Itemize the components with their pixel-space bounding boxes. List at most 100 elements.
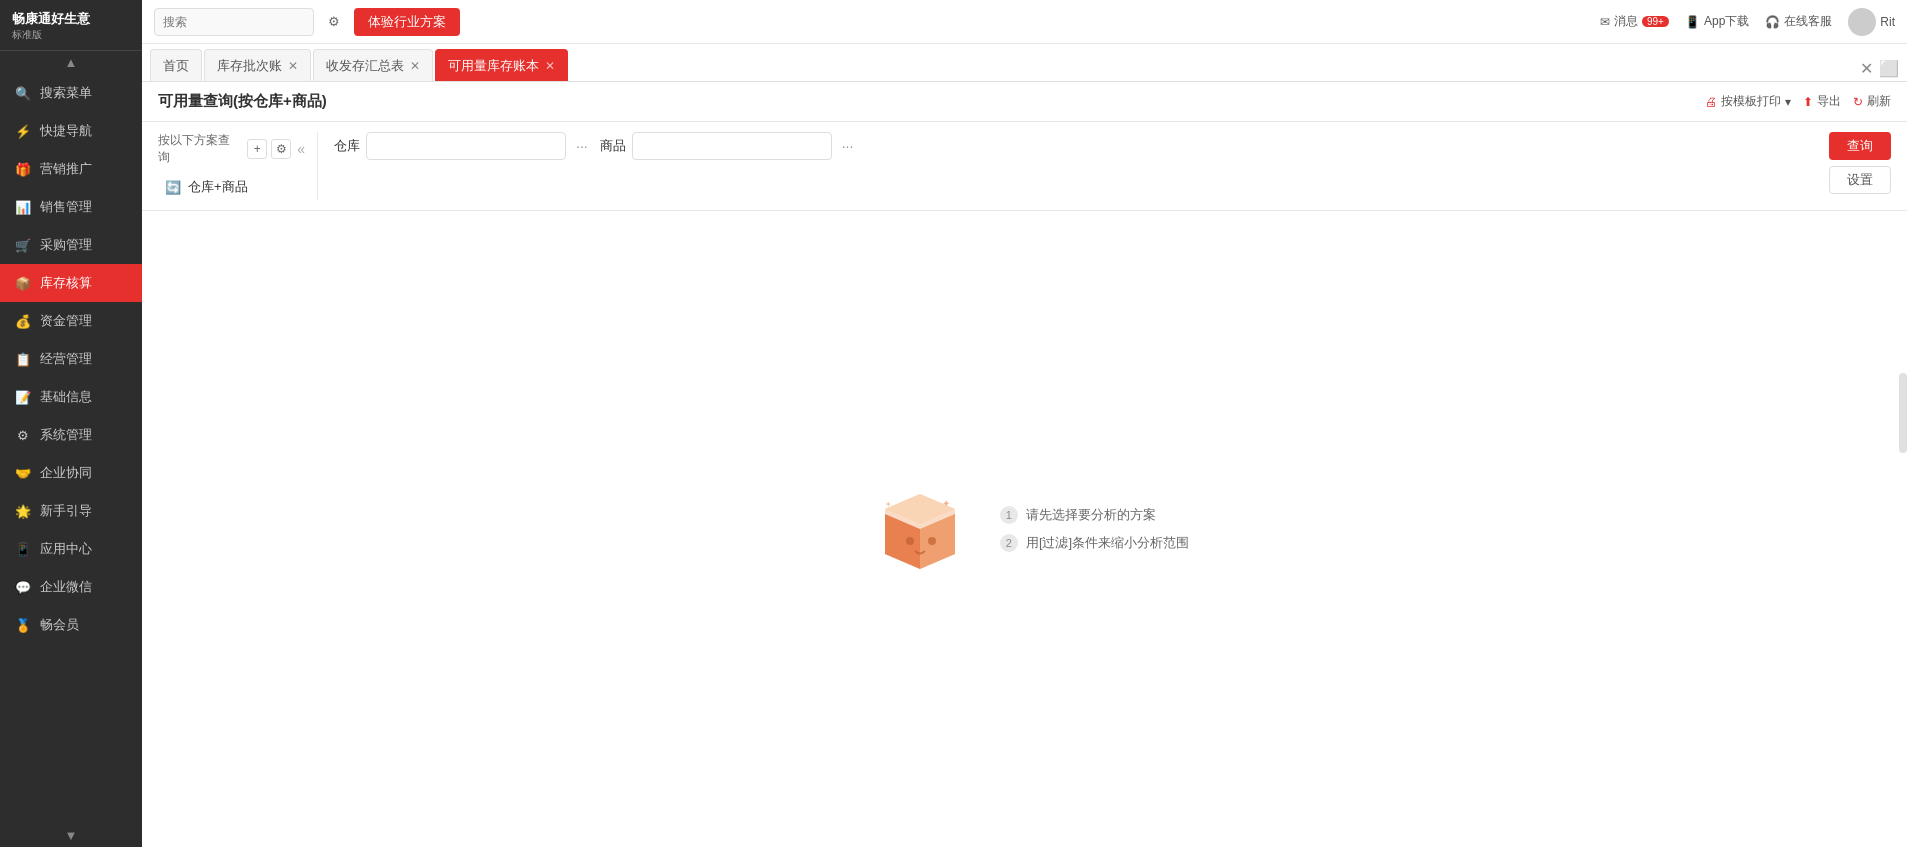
goods-label: 商品 bbox=[600, 137, 626, 155]
query-button[interactable]: 查询 bbox=[1829, 132, 1891, 160]
sidebar-item-membership[interactable]: 🏅 畅会员 bbox=[0, 606, 142, 644]
sidebar-item-purchase[interactable]: 🛒 采购管理 bbox=[0, 226, 142, 264]
sidebar-icon-enterprise: 🤝 bbox=[14, 464, 32, 482]
sidebar-label-purchase: 采购管理 bbox=[40, 236, 92, 254]
settings-button[interactable]: 设置 bbox=[1829, 166, 1891, 194]
sidebar-label-marketing: 营销推广 bbox=[40, 160, 92, 178]
sidebar-icon-system: ⚙ bbox=[14, 426, 32, 444]
sidebar-label-sales: 销售管理 bbox=[40, 198, 92, 216]
tab-home[interactable]: 首页 bbox=[150, 49, 202, 81]
hint-text-1: 请先选择要分析的方案 bbox=[1026, 506, 1156, 524]
sidebar-icon-newbie: 🌟 bbox=[14, 502, 32, 520]
app-download-action[interactable]: 📱 App下载 bbox=[1685, 13, 1749, 30]
online-service-action[interactable]: 🎧 在线客服 bbox=[1765, 13, 1832, 30]
sidebar-item-inventory[interactable]: 📦 库存核算 bbox=[0, 264, 142, 302]
tab-close-batch-ledger[interactable]: ✕ bbox=[288, 59, 298, 73]
tab-close-button[interactable]: ✕ bbox=[1860, 61, 1873, 77]
tab-receipt-summary[interactable]: 收发存汇总表✕ bbox=[313, 49, 433, 81]
print-icon: 🖨 bbox=[1705, 95, 1717, 109]
sidebar-icon-marketing: 🎁 bbox=[14, 160, 32, 178]
tab-label-batch-ledger: 库存批次账 bbox=[217, 57, 282, 75]
sidebar-item-system[interactable]: ⚙ 系统管理 bbox=[0, 416, 142, 454]
sidebar-label-enterprise: 企业协同 bbox=[40, 464, 92, 482]
tabs-container: 首页库存批次账✕收发存汇总表✕可用量库存账本✕ bbox=[150, 49, 568, 81]
svg-point-5 bbox=[906, 537, 914, 545]
page-title: 可用量查询(按仓库+商品) bbox=[158, 92, 327, 111]
sidebar-item-search[interactable]: 🔍 搜索菜单 bbox=[0, 74, 142, 112]
sidebar-label-search: 搜索菜单 bbox=[40, 84, 92, 102]
sidebar-icon-operations: 📋 bbox=[14, 350, 32, 368]
warehouse-input[interactable] bbox=[366, 132, 566, 160]
warehouse-field-group: 仓库 ··· bbox=[334, 132, 588, 160]
sidebar-item-wechat[interactable]: 💬 企业微信 bbox=[0, 568, 142, 606]
print-button[interactable]: 🖨 按模板打印 ▾ bbox=[1705, 93, 1791, 110]
topbar-gear-button[interactable]: ⚙ bbox=[320, 8, 348, 36]
brand-tag: 标准版 bbox=[12, 28, 130, 42]
add-scheme-button[interactable]: + bbox=[247, 139, 267, 159]
sidebar-item-newbie[interactable]: 🌟 新手引导 bbox=[0, 492, 142, 530]
sidebar-icon-inventory: 📦 bbox=[14, 274, 32, 292]
tab-maximize-button[interactable]: ⬜ bbox=[1879, 61, 1899, 77]
sidebar-icon-purchase: 🛒 bbox=[14, 236, 32, 254]
goods-more-icon[interactable]: ··· bbox=[842, 138, 854, 154]
sidebar-item-basic[interactable]: 📝 基础信息 bbox=[0, 378, 142, 416]
search-input[interactable] bbox=[154, 8, 314, 36]
sidebar-item-apps[interactable]: 📱 应用中心 bbox=[0, 530, 142, 568]
tab-label-home: 首页 bbox=[163, 57, 189, 75]
sidebar-item-finance[interactable]: 💰 资金管理 bbox=[0, 302, 142, 340]
tab-batch-ledger[interactable]: 库存批次账 ✕ bbox=[204, 49, 311, 81]
export-label: 导出 bbox=[1817, 93, 1841, 110]
page-header: 可用量查询(按仓库+商品) 🖨 按模板打印 ▾ ⬆ 导出 ↻ 刷新 bbox=[142, 82, 1907, 122]
warehouse-more-icon[interactable]: ··· bbox=[576, 138, 588, 154]
sidebar-icon-finance: 💰 bbox=[14, 312, 32, 330]
print-label: 按模板打印 bbox=[1721, 93, 1781, 110]
collapse-button[interactable]: « bbox=[297, 141, 305, 157]
message-action[interactable]: ✉ 消息 99+ bbox=[1600, 13, 1669, 30]
message-icon: ✉ bbox=[1600, 15, 1610, 29]
topbar: ⚙ 体验行业方案 ✉ 消息 99+ 📱 App下载 🎧 在线客服 Rit bbox=[142, 0, 1907, 44]
chevron-down-icon: ▾ bbox=[1785, 95, 1791, 109]
refresh-button[interactable]: ↻ 刷新 bbox=[1853, 93, 1891, 110]
scheme-settings-button[interactable]: ⚙ bbox=[271, 139, 291, 159]
page-header-actions: 🖨 按模板打印 ▾ ⬆ 导出 ↻ 刷新 bbox=[1705, 93, 1891, 110]
scheme-item-warehouse-goods[interactable]: 🔄 仓库+商品 bbox=[158, 174, 305, 200]
sidebar-scroll-up[interactable]: ▲ bbox=[0, 51, 142, 74]
svg-text:✦: ✦ bbox=[950, 523, 956, 530]
sidebar-item-operations[interactable]: 📋 经营管理 bbox=[0, 340, 142, 378]
sidebar-item-marketing[interactable]: 🎁 营销推广 bbox=[0, 150, 142, 188]
filter-scheme-title: 按以下方案查询 bbox=[158, 132, 241, 166]
tab-close-receipt-summary[interactable]: ✕ bbox=[410, 59, 420, 73]
right-scrollbar[interactable] bbox=[1899, 373, 1907, 453]
sidebar-label-inventory: 库存核算 bbox=[40, 274, 92, 292]
sidebar-icon-search: 🔍 bbox=[14, 84, 32, 102]
message-badge: 99+ bbox=[1642, 16, 1669, 27]
sidebar-scroll: 🔍 搜索菜单 ⚡ 快捷导航 🎁 营销推广 📊 销售管理 🛒 采购管理 📦 库存核… bbox=[0, 74, 142, 824]
sidebar-icon-sales: 📊 bbox=[14, 198, 32, 216]
sidebar-item-enterprise[interactable]: 🤝 企业协同 bbox=[0, 454, 142, 492]
hint-item-2: 2 用[过滤]条件来缩小分析范围 bbox=[1000, 534, 1189, 552]
sidebar-scroll-down[interactable]: ▼ bbox=[0, 824, 142, 847]
sidebar-item-shortcut[interactable]: ⚡ 快捷导航 bbox=[0, 112, 142, 150]
empty-hints: 1 请先选择要分析的方案 2 用[过滤]条件来缩小分析范围 bbox=[1000, 506, 1189, 552]
svg-point-4 bbox=[928, 537, 936, 545]
tab-close-available-stock[interactable]: ✕ bbox=[545, 59, 555, 73]
hint-num-2: 2 bbox=[1000, 534, 1018, 552]
refresh-label: 刷新 bbox=[1867, 93, 1891, 110]
sidebar-icon-apps: 📱 bbox=[14, 540, 32, 558]
hint-text-2: 用[过滤]条件来缩小分析范围 bbox=[1026, 534, 1189, 552]
industry-btn[interactable]: 体验行业方案 bbox=[354, 8, 460, 36]
sidebar-icon-wechat: 💬 bbox=[14, 578, 32, 596]
headset-icon: 🎧 bbox=[1765, 15, 1780, 29]
user-account[interactable]: Rit bbox=[1848, 8, 1895, 36]
tab-available-stock[interactable]: 可用量库存账本✕ bbox=[435, 49, 568, 81]
topbar-search-area: ⚙ 体验行业方案 bbox=[154, 8, 460, 36]
tabbar-right: ✕ ⬜ bbox=[1860, 61, 1899, 81]
export-button[interactable]: ⬆ 导出 bbox=[1803, 93, 1841, 110]
scheme-item-label-warehouse-goods: 仓库+商品 bbox=[188, 178, 248, 196]
sidebar-item-sales[interactable]: 📊 销售管理 bbox=[0, 188, 142, 226]
goods-field-group: 商品 ··· bbox=[600, 132, 854, 160]
filter-actions: 查询 设置 bbox=[1813, 132, 1891, 194]
goods-input[interactable] bbox=[632, 132, 832, 160]
filter-fields: 仓库 ··· 商品 ··· bbox=[318, 132, 1813, 160]
sidebar-label-operations: 经营管理 bbox=[40, 350, 92, 368]
